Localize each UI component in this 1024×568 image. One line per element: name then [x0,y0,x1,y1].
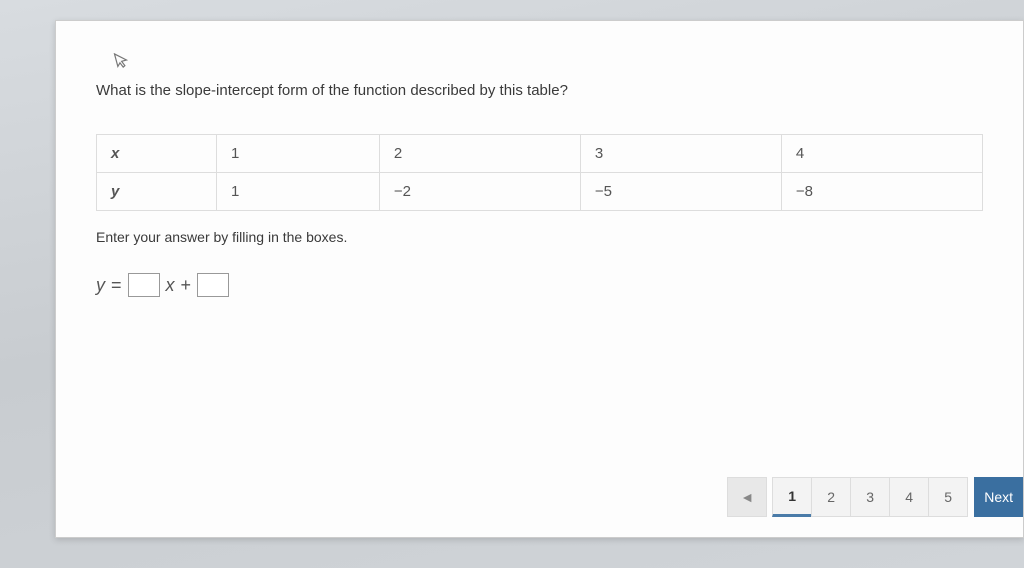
table-cell: 2 [379,135,580,173]
table-cell: 1 [217,135,380,173]
next-button[interactable]: Next [974,477,1023,517]
question-prompt: What is the slope-intercept form of the … [96,82,983,99]
page-button-4[interactable]: 4 [889,477,929,517]
cursor-icon [113,50,132,76]
equation-equals: = [111,275,122,296]
table-cell: −5 [580,173,781,211]
table-cell: −2 [379,173,580,211]
table-cell: −8 [781,173,982,211]
row-label-x: x [97,135,217,173]
table-row: x 1 2 3 4 [97,135,983,173]
equation-line: y = x + [96,273,983,297]
pagination: ◄ 1 2 3 4 5 Next [728,477,1023,517]
data-table: x 1 2 3 4 y 1 −2 −5 −8 [96,134,983,211]
table-cell: 3 [580,135,781,173]
page-button-3[interactable]: 3 [850,477,890,517]
page-button-1[interactable]: 1 [772,477,812,517]
instruction-text: Enter your answer by filling in the boxe… [96,229,983,245]
equation-lhs: y [96,275,105,296]
question-card: What is the slope-intercept form of the … [55,20,1024,538]
row-label-y: y [97,173,217,211]
table-row: y 1 −2 −5 −8 [97,173,983,211]
table-cell: 4 [781,135,982,173]
page-button-2[interactable]: 2 [811,477,851,517]
intercept-input[interactable] [197,273,229,297]
equation-op: + [181,275,192,296]
table-cell: 1 [217,173,380,211]
equation-var: x [166,275,175,296]
prev-button[interactable]: ◄ [727,477,767,517]
slope-input[interactable] [128,273,160,297]
page-button-5[interactable]: 5 [928,477,968,517]
